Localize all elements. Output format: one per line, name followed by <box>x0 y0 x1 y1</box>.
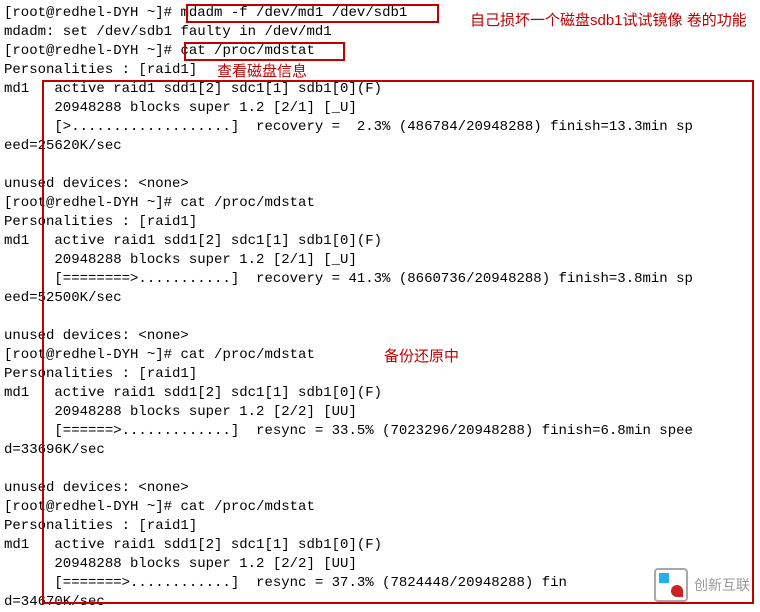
mdstat-2-blocks: 20948288 blocks super 1.2 [2/1] [_U] <box>4 252 357 268</box>
annotation-damage: 自己损坏一个磁盘sdb1试试镜像 卷的功能 <box>470 10 747 33</box>
prompt-4: [root@redhel-DYH ~]# <box>4 347 180 363</box>
watermark-text: 创新互联 <box>694 576 750 595</box>
prompt-1: [root@redhel-DYH ~]# <box>4 5 180 21</box>
mdstat-3-blocks: 20948288 blocks super 1.2 [2/2] [UU] <box>4 404 357 420</box>
mdstat-4-blocks: 20948288 blocks super 1.2 [2/2] [UU] <box>4 556 357 572</box>
prompt-3: [root@redhel-DYH ~]# <box>4 195 180 211</box>
mdstat-4-progress: [=======>............] resync = 37.3% (7… <box>4 575 567 610</box>
mdstat-1-personalities: Personalities : [raid1] <box>4 62 197 78</box>
mdstat-2-personalities: Personalities : [raid1] <box>4 214 197 230</box>
cmd-2d: cat /proc/mdstat <box>180 499 314 515</box>
watermark: 创新互联 <box>654 568 750 602</box>
mdstat-1-progress: [>...................] recovery = 2.3% (… <box>4 119 693 154</box>
cmd-2b: cat /proc/mdstat <box>180 195 314 211</box>
cmd-2c: cat /proc/mdstat <box>180 347 314 363</box>
mdstat-4-md: md1 active raid1 sdd1[2] sdc1[1] sdb1[0]… <box>4 537 382 553</box>
mdstat-3-md: md1 active raid1 sdd1[2] sdc1[1] sdb1[0]… <box>4 385 382 401</box>
annotation-view: 查看磁盘信息 <box>217 62 307 81</box>
annotation-backup: 备份还原中 <box>384 347 459 366</box>
mdstat-2-progress: [========>...........] recovery = 41.3% … <box>4 271 693 306</box>
mdstat-2-md: md1 active raid1 sdd1[2] sdc1[1] sdb1[0]… <box>4 233 382 249</box>
cmd-1: mdadm -f /dev/md1 /dev/sdb1 <box>180 5 407 21</box>
mdstat-1-md: md1 active raid1 sdd1[2] sdc1[1] sdb1[0]… <box>4 81 382 97</box>
prompt-5: [root@redhel-DYH ~]# <box>4 499 180 515</box>
mdstat-1-blocks: 20948288 blocks super 1.2 [2/1] [_U] <box>4 100 357 116</box>
mdstat-1-unused: unused devices: <none> <box>4 176 189 192</box>
prompt-2: [root@redhel-DYH ~]# <box>4 43 180 59</box>
mdstat-4-personalities: Personalities : [raid1] <box>4 518 197 534</box>
mdstat-2-unused: unused devices: <none> <box>4 328 189 344</box>
mdstat-3-personalities: Personalities : [raid1] <box>4 366 197 382</box>
cmd-1-output: mdadm: set /dev/sdb1 faulty in /dev/md1 <box>4 24 332 40</box>
mdstat-3-progress: [======>.............] resync = 33.5% (7… <box>4 423 693 458</box>
mdstat-3-unused: unused devices: <none> <box>4 480 189 496</box>
watermark-logo-icon <box>654 568 688 602</box>
cmd-2a: cat /proc/mdstat <box>180 43 314 59</box>
terminal-output: [root@redhel-DYH ~]# mdadm -f /dev/md1 /… <box>4 4 693 612</box>
